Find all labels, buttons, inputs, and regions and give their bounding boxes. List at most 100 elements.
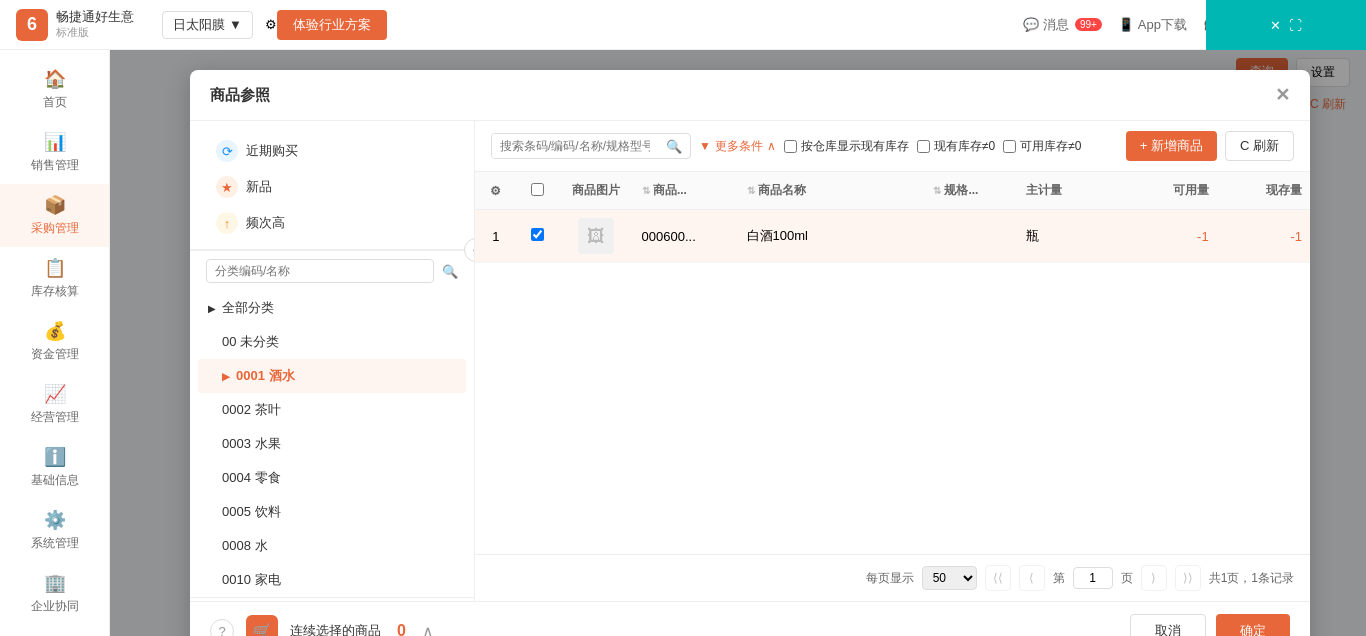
trial-button[interactable]: 体验行业方案 [277, 10, 387, 40]
more-filter-btn[interactable]: ▼ 更多条件 ∧ [699, 138, 776, 155]
cat-search-icon[interactable]: 🔍 [442, 264, 458, 279]
cat-item-3[interactable]: 0003 水果 [198, 427, 466, 461]
sidebar-item-operation[interactable]: 📈 经营管理 [0, 373, 109, 436]
product-search-box[interactable]: 🔍 [491, 133, 691, 159]
expand-icon[interactable]: ⛶ [1289, 18, 1302, 33]
cat-item-4[interactable]: 0004 零食 [198, 461, 466, 495]
product-toolbar: 🔍 ▼ 更多条件 ∧ 按仓库显示现有库存 [475, 121, 1310, 172]
col-code: ⇅ 商品... [634, 172, 739, 210]
logo-area: 6 畅捷通好生意 标准版 [16, 9, 146, 41]
total-info: 共1页，1条记录 [1209, 570, 1294, 587]
table-row[interactable]: 1 🖼 000600... 白酒100ml [475, 210, 1310, 263]
mobile-icon: 📱 [1118, 17, 1134, 32]
modal-footer: ? 🛒 连续选择的商品 0 ∧ 取消 确定 [190, 601, 1310, 636]
col-num: ⚙ [475, 172, 517, 210]
sidebar-item-guide[interactable]: 🔔 新手引导 [0, 625, 109, 636]
prev-page-btn[interactable]: ⟨ [1019, 565, 1045, 591]
table: ⚙ 商品图片 ⇅ [475, 172, 1310, 263]
first-page-btn[interactable]: ⟨⟨ [985, 565, 1011, 591]
cat-item-0[interactable]: 00 未分类 [198, 325, 466, 359]
refresh-button[interactable]: C 刷新 [1225, 131, 1294, 161]
content-area: 查询 设置 C 刷新 商品参照 ✕ ⟳ 近期购买 [110, 50, 1366, 636]
cancel-button[interactable]: 取消 [1130, 614, 1206, 636]
quick-link-new[interactable]: ★ 新品 [206, 169, 458, 205]
gear-btn[interactable]: ⚙ [265, 17, 277, 32]
cat-item-2[interactable]: 0002 茶叶 [198, 393, 466, 427]
product-search-input[interactable] [492, 134, 658, 158]
sort-icon-spec[interactable]: ⇅ [933, 185, 941, 196]
recent-icon: ⟳ [216, 140, 238, 162]
col-avail: 可用量 [1100, 172, 1217, 210]
logo-icon: 6 [16, 9, 48, 41]
checkbox-avail-not-zero[interactable]: 可用库存≠0 [1003, 138, 1081, 155]
arrow-active-icon: ▶ [222, 371, 230, 382]
page-number-input[interactable] [1073, 567, 1113, 589]
home-icon: 🏠 [44, 68, 66, 90]
cat-item-7[interactable]: 0010 家电 [198, 563, 466, 597]
help-icon[interactable]: ? [210, 619, 234, 636]
select-all-checkbox[interactable] [531, 183, 544, 196]
sidebar-item-finance[interactable]: 💰 资金管理 [0, 310, 109, 373]
sidebar-item-sales[interactable]: 📊 销售管理 [0, 121, 109, 184]
confirm-button[interactable]: 确定 [1216, 614, 1290, 636]
teal-area: ✕ ⛶ [1206, 0, 1366, 50]
col-name: ⇅ 商品名称 [739, 172, 926, 210]
cat-search-input[interactable] [206, 259, 434, 283]
next-page-btn[interactable]: ⟩ [1141, 565, 1167, 591]
quick-link-recent[interactable]: ⟳ 近期购买 [206, 133, 458, 169]
col-check [517, 172, 559, 210]
sidebar-item-basic[interactable]: ℹ️ 基础信息 [0, 436, 109, 499]
cart-icon[interactable]: 🛒 [246, 615, 278, 636]
quick-link-freq[interactable]: ↑ 频次高 [206, 205, 458, 241]
col-spec: ⇅ 规格... [925, 172, 1018, 210]
system-icon: ⚙️ [44, 509, 66, 531]
app-download-btn[interactable]: 📱 App下载 [1118, 16, 1187, 34]
sidebar-item-purchase[interactable]: 📦 采购管理 [0, 184, 109, 247]
msg-badge: 99+ [1075, 18, 1102, 31]
continue-count: 0 [397, 622, 406, 636]
col-img: 商品图片 [559, 172, 634, 210]
product-table: ⚙ 商品图片 ⇅ [475, 172, 1310, 554]
modal-body: ⟳ 近期购买 ★ 新品 ↑ 频次高 « [190, 121, 1310, 601]
page-size-select[interactable]: 50 100 [922, 566, 977, 590]
new-icon: ★ [216, 176, 238, 198]
purchase-icon: 📦 [44, 194, 66, 216]
sidebar-item-inventory[interactable]: 📋 库存核算 [0, 247, 109, 310]
category-panel: ⟳ 近期购买 ★ 新品 ↑ 频次高 « [190, 121, 475, 601]
sidebar-item-system[interactable]: ⚙️ 系统管理 [0, 499, 109, 562]
modal-close-button[interactable]: ✕ [1275, 84, 1290, 106]
row-unit: 瓶 [1018, 210, 1100, 263]
row-spec [925, 210, 1018, 263]
sidebar: 🏠 首页 📊 销售管理 📦 采购管理 📋 库存核算 💰 资金管理 📈 经营管理 … [0, 50, 110, 636]
chevron-down-icon: ▼ [229, 17, 242, 32]
cat-item-1[interactable]: ▶ 0001 酒水 [198, 359, 466, 393]
settings-icon[interactable]: ⚙ [490, 184, 501, 198]
logo-name: 畅捷通好生意 [56, 9, 134, 26]
row-num: 1 [475, 210, 517, 263]
sidebar-item-home[interactable]: 🏠 首页 [0, 58, 109, 121]
close-icon[interactable]: ✕ [1270, 18, 1281, 33]
checkbox-warehouse[interactable]: 按仓库显示现有库存 [784, 138, 909, 155]
table-header: ⚙ 商品图片 ⇅ [475, 172, 1310, 210]
sidebar-label: 采购管理 [31, 220, 79, 237]
add-product-button[interactable]: + 新增商品 [1126, 131, 1217, 161]
sort-icon[interactable]: ⇅ [747, 185, 755, 196]
product-search-icon[interactable]: 🔍 [658, 139, 690, 154]
cat-item-5[interactable]: 0005 饮料 [198, 495, 466, 529]
collapse-up-icon[interactable]: ∧ [422, 622, 434, 637]
enterprise-icon: 🏢 [44, 572, 66, 594]
msg-btn[interactable]: 💬 消息 99+ [1023, 16, 1102, 34]
checkbox-stock-not-zero[interactable]: 现有库存≠0 [917, 138, 995, 155]
continue-label: 连续选择的商品 [290, 622, 381, 636]
sidebar-item-enterprise[interactable]: 🏢 企业协同 [0, 562, 109, 625]
quick-links: ⟳ 近期购买 ★ 新品 ↑ 频次高 [190, 133, 474, 249]
col-stock: 现存量 [1217, 172, 1310, 210]
row-checkbox[interactable] [531, 228, 544, 241]
chevron-up-icon: ∧ [767, 139, 776, 153]
sort-up-icon[interactable]: ⇅ [642, 185, 650, 196]
cat-item-6[interactable]: 0008 水 [198, 529, 466, 563]
last-page-btn[interactable]: ⟩⟩ [1175, 565, 1201, 591]
store-selector[interactable]: 日太阳膜 ▼ [162, 11, 253, 39]
cat-item-all[interactable]: ▶ 全部分类 [198, 291, 466, 325]
filter-icon: ▼ [699, 139, 711, 153]
